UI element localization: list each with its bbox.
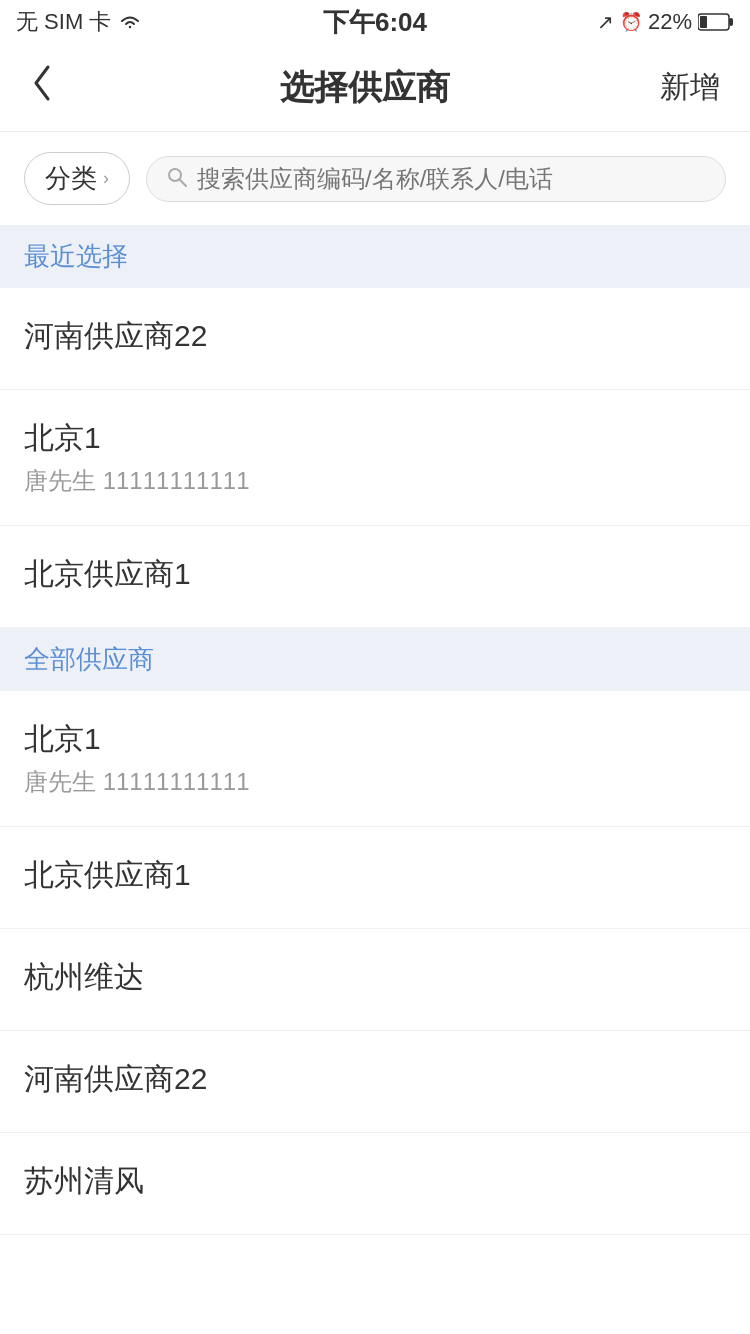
filter-bar: 分类 › <box>0 132 750 225</box>
page-title: 选择供应商 <box>90 65 640 111</box>
section-header-recent: 最近选择 <box>0 225 750 288</box>
supplier-name: 北京供应商1 <box>24 855 726 896</box>
supplier-name: 北京供应商1 <box>24 554 726 595</box>
list-item[interactable]: 北京1 唐先生 11111111111 <box>0 691 750 827</box>
supplier-contact: 唐先生 11111111111 <box>24 766 726 798</box>
wifi-icon <box>119 14 141 30</box>
status-right: ↗ ⏰ 22% <box>597 9 734 35</box>
search-input[interactable] <box>197 165 705 193</box>
svg-rect-2 <box>700 16 707 28</box>
list-item[interactable]: 杭州维达 <box>0 929 750 1031</box>
supplier-name: 河南供应商22 <box>24 316 726 357</box>
back-button[interactable] <box>30 63 90 112</box>
list-item[interactable]: 苏州清风 <box>0 1133 750 1235</box>
status-bar: 无 SIM 卡 下午6:04 ↗ ⏰ 22% <box>0 0 750 44</box>
search-box <box>146 156 726 202</box>
svg-line-4 <box>180 180 186 186</box>
section-header-all: 全部供应商 <box>0 628 750 691</box>
list-item[interactable]: 北京供应商1 <box>0 827 750 929</box>
list-item[interactable]: 河南供应商22 <box>0 288 750 390</box>
alarm-icon: ⏰ <box>620 11 642 33</box>
supplier-name: 北京1 <box>24 719 726 760</box>
carrier-label: 无 SIM 卡 <box>16 7 111 37</box>
nav-bar: 选择供应商 新增 <box>0 44 750 132</box>
list-item[interactable]: 北京供应商1 <box>0 526 750 628</box>
svg-point-3 <box>169 169 181 181</box>
supplier-contact: 唐先生 11111111111 <box>24 465 726 497</box>
supplier-name: 苏州清风 <box>24 1161 726 1202</box>
supplier-name: 河南供应商22 <box>24 1059 726 1100</box>
supplier-name: 北京1 <box>24 418 726 459</box>
battery-icon <box>698 13 734 31</box>
add-button[interactable]: 新增 <box>640 67 720 108</box>
location-icon: ↗ <box>597 10 614 34</box>
svg-rect-1 <box>729 18 733 26</box>
status-left: 无 SIM 卡 <box>16 7 141 37</box>
search-icon <box>167 165 187 193</box>
sections-container: 最近选择河南供应商22 北京1 唐先生 11111111111 北京供应商1 全部供应商… <box>0 225 750 1235</box>
list-item[interactable]: 河南供应商22 <box>0 1031 750 1133</box>
supplier-name: 杭州维达 <box>24 957 726 998</box>
battery-label: 22% <box>648 9 692 35</box>
status-time: 下午6:04 <box>323 5 427 40</box>
chevron-right-icon: › <box>103 168 109 189</box>
category-label: 分类 <box>45 161 97 196</box>
category-button[interactable]: 分类 › <box>24 152 130 205</box>
list-item[interactable]: 北京1 唐先生 11111111111 <box>0 390 750 526</box>
